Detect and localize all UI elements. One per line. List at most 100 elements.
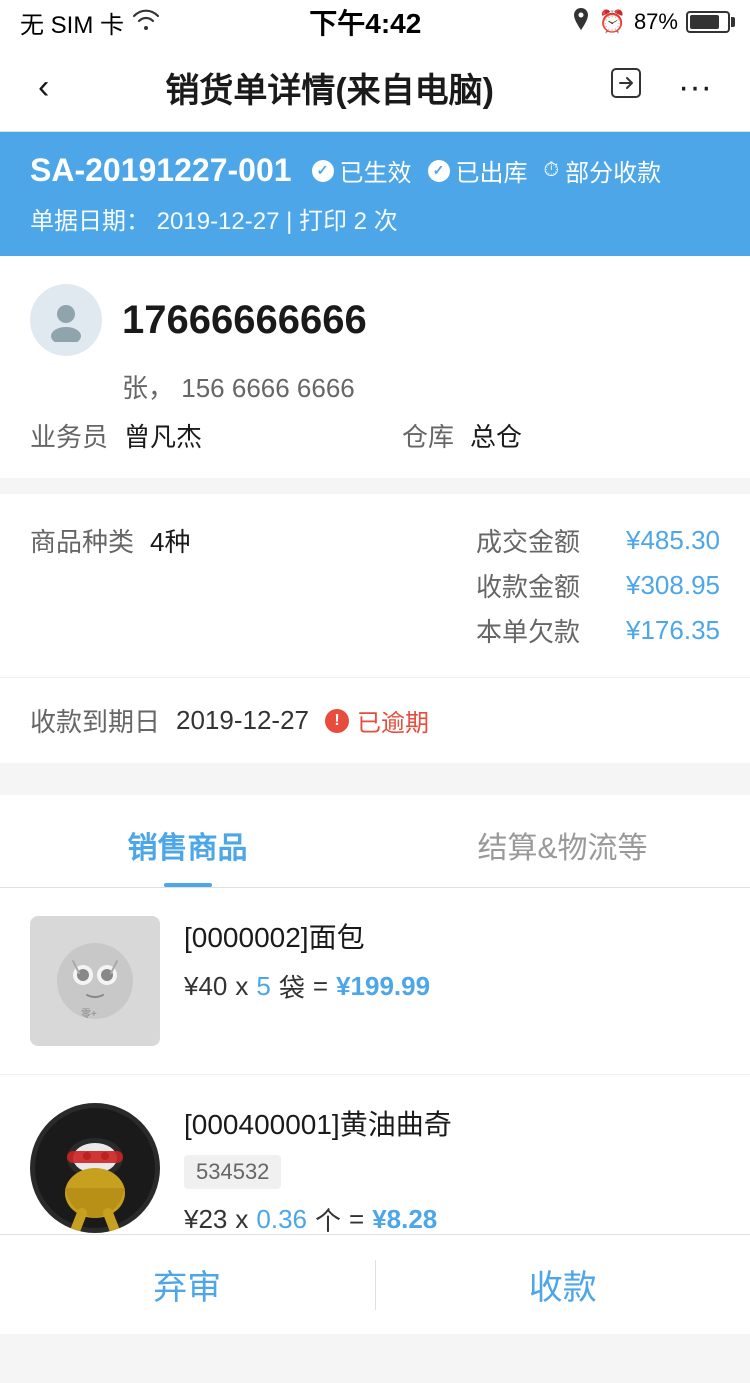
doc-date-value: 2019-12-27 [157,208,280,235]
product-list: 零+ [0000002]面包 ¥40 x 5 袋 = ¥199.99 [0,888,750,1267]
bread-qty: 5 [256,971,270,1002]
warehouse-meta: 仓库 总仓 [402,417,522,454]
status-bar: 无 SIM 卡 下午4:42 ⏰ 87% [0,0,750,44]
amount-value: ¥485.30 [600,525,720,556]
alarm-icon: ⏰ [599,9,626,35]
nav-left: ‹ [30,60,57,115]
status-badge-active: ✓ 已生效 [312,153,412,188]
amount-label: 成交金额 [476,522,580,559]
check-icon-1: ✓ [312,160,334,182]
tab-settlement[interactable]: 结算&物流等 [375,795,750,887]
customer-name-text: 张， [122,373,174,403]
received-value: ¥308.95 [600,570,720,601]
overdue-badge: ! 已逾期 [325,703,429,738]
bread-total: ¥199.99 [336,971,430,1002]
product-info-bread: [0000002]面包 ¥40 x 5 袋 = ¥199.99 [184,916,720,1005]
customer-meta: 业务员 曾凡杰 仓库 总仓 [30,417,720,454]
carrier-text: 无 SIM 卡 [20,5,124,40]
due-section: 收款到期日 2019-12-27 ! 已逾期 [0,677,750,763]
status-badges: ✓ 已生效 ✓ 已出库 ⏱ 部分收款 [312,153,662,188]
product-type-value: 4种 [150,522,190,559]
product-price-bread: ¥40 x 5 袋 = ¥199.99 [184,968,720,1005]
overdue-icon: ! [325,709,349,733]
product-type-label: 商品种类 [30,522,134,559]
tab-products[interactable]: 销售商品 [0,795,375,887]
product-type-stat: 商品种类 4种 [30,522,190,559]
status-shipped-label: 已出库 [456,153,528,188]
status-partial-label: 部分收款 [565,153,661,188]
stats-left: 商品种类 4种 [30,522,190,559]
battery-icon [686,11,730,33]
bread-price: ¥40 [184,971,227,1002]
customer-section: 17666666666 张， 156 6666 6666 业务员 曾凡杰 仓库 … [0,256,750,478]
warehouse-value: 总仓 [470,417,522,454]
bottom-bar: 弃审 收款 [0,1234,750,1334]
product-price-cookie: ¥23 x 0.36 个 = ¥8.28 [184,1201,720,1238]
cookie-price: ¥23 [184,1204,227,1235]
sales-meta: 业务员 曾凡杰 [30,417,202,454]
amount-row: 成交金额 ¥485.30 [476,522,720,559]
section-divider [0,779,750,795]
product-thumb-bread: 零+ [30,916,160,1046]
cookie-qty: 0.36 [256,1204,307,1235]
debt-value: ¥176.35 [600,615,720,646]
customer-sub: 张， 156 6666 6666 [30,368,720,405]
customer-phone[interactable]: 17666666666 [122,298,367,343]
share-button[interactable] [602,59,650,116]
page-title: 销货单详情(来自电脑) [165,63,494,112]
warehouse-label: 仓库 [402,417,454,454]
product-item: 零+ [0000002]面包 ¥40 x 5 袋 = ¥199.99 [0,888,750,1075]
cookie-multiply: x [235,1204,248,1235]
customer-alt-phone: 156 6666 6666 [181,373,355,403]
status-badge-shipped: ✓ 已出库 [428,153,528,188]
status-time: 下午4:42 [309,2,421,42]
bread-unit: 袋 [279,968,305,1005]
doc-date-label: 单据日期： [30,208,150,235]
cookie-equals: = [349,1204,364,1235]
stats-inner: 商品种类 4种 成交金额 ¥485.30 收款金额 ¥308.95 本单欠款 ¥… [0,494,750,677]
nav-bar: ‹ 销货单详情(来自电脑) ··· [0,44,750,132]
debt-label: 本单欠款 [476,612,580,649]
bread-multiply: x [235,971,248,1002]
stats-section: 商品种类 4种 成交金额 ¥485.30 收款金额 ¥308.95 本单欠款 ¥… [0,494,750,763]
battery-text: 87% [634,9,678,35]
clock-icon: ⏱ [544,159,560,182]
header-sub: 单据日期： 2019-12-27 | 打印 2 次 [30,201,720,236]
received-row: 收款金额 ¥308.95 [476,567,720,604]
cookie-unit: 个 [315,1201,341,1238]
sales-value: 曾凡杰 [124,417,202,454]
nav-right: ··· [602,59,720,116]
sales-label: 业务员 [30,417,108,454]
bread-equals: = [313,971,328,1002]
cookie-total: ¥8.28 [372,1204,437,1235]
due-date-value: 2019-12-27 [176,705,309,736]
order-id: SA-20191227-001 [30,152,292,189]
debt-row: 本单欠款 ¥176.35 [476,612,720,649]
product-thumb-cookie [30,1103,160,1233]
received-label: 收款金额 [476,567,580,604]
wifi-icon [132,8,160,37]
status-active-label: 已生效 [340,153,412,188]
product-info-cookie: [000400001]黄油曲奇 534532 ¥23 x 0.36 个 = ¥8… [184,1103,720,1238]
header-top-row: SA-20191227-001 ✓ 已生效 ✓ 已出库 ⏱ 部分收款 [30,152,720,189]
due-label: 收款到期日 [30,702,160,739]
header-banner: SA-20191227-001 ✓ 已生效 ✓ 已出库 ⏱ 部分收款 单据日期：… [0,132,750,256]
overdue-text: 已逾期 [357,703,429,738]
product-sku-cookie: 534532 [184,1155,281,1189]
abandon-review-button[interactable]: 弃审 [0,1240,375,1329]
product-name-bread: [0000002]面包 [184,916,720,956]
print-info: | 打印 2 次 [286,208,398,235]
status-left: 无 SIM 卡 [20,5,160,40]
status-badge-partial: ⏱ 部分收款 [544,153,662,188]
check-icon-2: ✓ [428,160,450,182]
back-button[interactable]: ‹ [30,60,57,115]
collect-payment-button[interactable]: 收款 [376,1240,750,1329]
avatar [30,284,102,356]
status-right: ⏰ 87% [571,7,730,37]
svg-text:零+: 零+ [81,1008,97,1020]
location-icon [571,7,591,37]
customer-top: 17666666666 [30,284,720,356]
more-button[interactable]: ··· [670,60,720,115]
tabs-container: 销售商品 结算&物流等 [0,795,750,888]
stats-right: 成交金额 ¥485.30 收款金额 ¥308.95 本单欠款 ¥176.35 [476,522,720,649]
